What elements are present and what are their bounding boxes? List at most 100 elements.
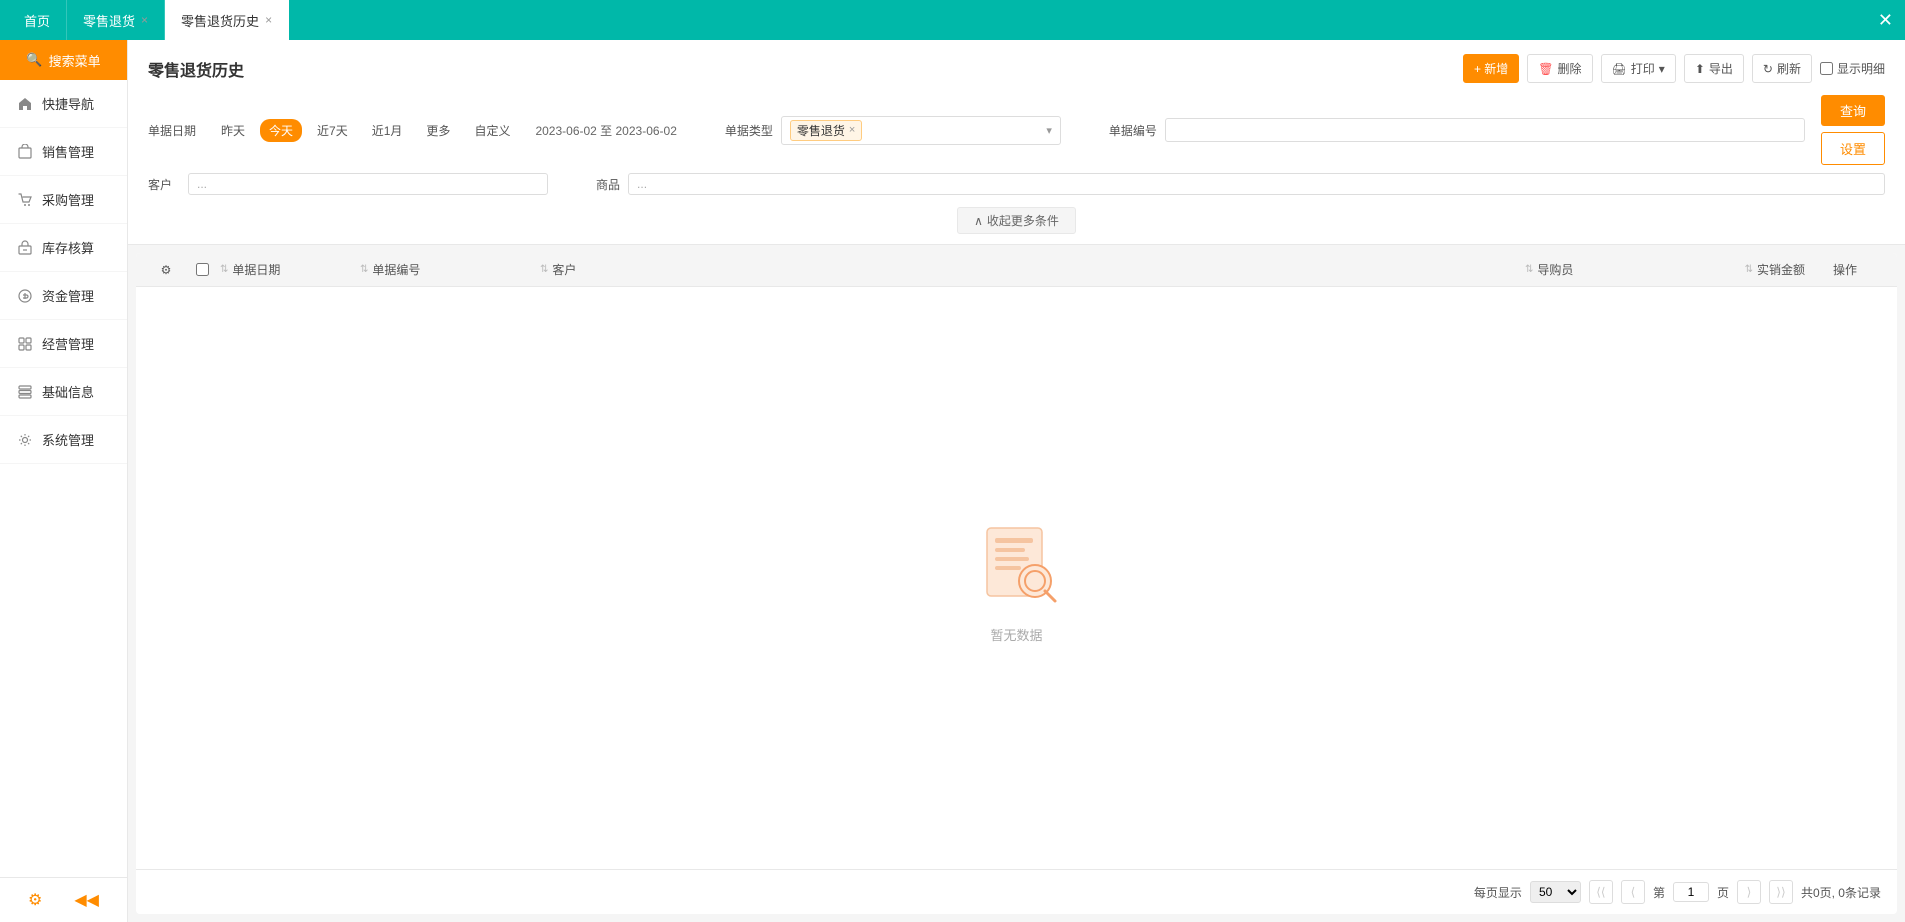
tab-bar: 首页 零售退货 × 零售退货历史 × — [8, 0, 1878, 40]
tab-retail-return[interactable]: 零售退货 × — [67, 0, 165, 40]
sidebar-item-system[interactable]: 系统管理 — [0, 416, 127, 464]
content-area: 零售退货历史 + 新增 🗑 删除 🖨 打印 ▾ — [128, 40, 1905, 922]
table-header: ⚙ ⇅ 单据日期 ⇅ 单据编号 ⇅ 客户 ⇅ — [136, 253, 1897, 287]
show-detail-checkbox-label[interactable]: 显示明细 — [1820, 60, 1885, 77]
goods-label: 商品 — [596, 176, 620, 193]
page-number-input[interactable] — [1673, 882, 1709, 902]
per-page-label: 每页显示 — [1474, 884, 1522, 901]
export-button[interactable]: ⬆ 导出 — [1684, 54, 1744, 83]
toolbar: + 新增 🗑 删除 🖨 打印 ▾ ⬆ 导出 — [1463, 54, 1812, 83]
date-quick-1month[interactable]: 近1月 — [363, 119, 412, 142]
sales-icon — [16, 143, 34, 161]
top-bar-close[interactable]: ✕ — [1878, 10, 1905, 31]
print-chevron-icon: ▾ — [1659, 62, 1665, 76]
home-icon — [16, 95, 34, 113]
customer-selector[interactable]: ... — [188, 173, 548, 195]
bill-no-input[interactable] — [1165, 118, 1805, 142]
purchase-icon — [16, 191, 34, 209]
empty-state-icon — [967, 513, 1067, 613]
page-next-btn[interactable]: ⟩ — [1737, 880, 1761, 904]
date-range-display: 2023-06-02 至 2023-06-02 — [535, 122, 676, 139]
table-col-customer[interactable]: ⇅ 客户 — [540, 261, 1525, 278]
main-layout: 🔍 搜索菜单 快捷导航 销售管理 采购管理 库存核算 — [0, 40, 1905, 922]
sidebar-item-operations[interactable]: 经营管理 — [0, 320, 127, 368]
sort-date-icon: ⇅ — [220, 264, 228, 275]
sidebar-bottom: ⚙ ◀◀ — [0, 877, 127, 922]
settings-bottom-icon[interactable]: ⚙ — [28, 890, 42, 910]
table-col-guide[interactable]: ⇅ 导购员 — [1525, 261, 1665, 278]
sidebar-search[interactable]: 🔍 搜索菜单 — [0, 40, 127, 80]
sort-customer-icon: ⇅ — [540, 264, 548, 275]
export-icon: ⬆ — [1695, 62, 1705, 76]
content-header: 零售退货历史 + 新增 🗑 删除 🖨 打印 ▾ — [128, 40, 1905, 245]
title-row: 零售退货历史 + 新增 🗑 删除 🖨 打印 ▾ — [148, 54, 1885, 83]
inventory-icon — [16, 239, 34, 257]
customer-label: 客户 — [148, 176, 172, 193]
goods-selector[interactable]: ... — [628, 173, 1885, 195]
date-label: 单据日期 — [148, 122, 196, 139]
select-all-checkbox[interactable] — [196, 263, 209, 276]
table-col-amount[interactable]: ⇅ 实销金额 — [1665, 261, 1805, 278]
table-col-settings[interactable]: ⚙ — [148, 263, 184, 277]
bill-no-label: 单据编号 — [1109, 122, 1157, 139]
page-unit: 页 — [1717, 884, 1729, 901]
bill-type-tag: 零售退货 × — [790, 120, 862, 141]
sort-amount-icon: ⇅ — [1745, 264, 1753, 275]
show-detail-checkbox[interactable] — [1820, 62, 1833, 75]
collapse-button[interactable]: ∧ 收起更多条件 — [957, 207, 1076, 234]
set-button[interactable]: 设置 — [1821, 132, 1885, 165]
sidebar-item-basic[interactable]: 基础信息 — [0, 368, 127, 416]
bill-type-chevron-icon: ▾ — [1046, 124, 1052, 137]
sidebar-item-quick-nav[interactable]: 快捷导航 — [0, 80, 127, 128]
filter-row-1: 单据日期 昨天 今天 近7天 近1月 更多 自定义 2023-06-02 至 2… — [148, 95, 1885, 165]
delete-button[interactable]: 🗑 删除 — [1527, 54, 1592, 83]
table-col-checkbox[interactable] — [184, 263, 220, 276]
system-icon — [16, 431, 34, 449]
bill-type-label: 单据类型 — [725, 122, 773, 139]
page-first-btn[interactable]: ⟨⟨ — [1589, 880, 1613, 904]
page-prev-btn[interactable]: ⟨ — [1621, 880, 1645, 904]
volume-icon[interactable]: ◀◀ — [74, 890, 99, 910]
sidebar: 🔍 搜索菜单 快捷导航 销售管理 采购管理 库存核算 — [0, 40, 128, 922]
new-button[interactable]: + 新增 — [1463, 54, 1519, 83]
print-button[interactable]: 🖨 打印 ▾ — [1601, 54, 1676, 83]
date-quick-7days[interactable]: 近7天 — [308, 119, 357, 142]
finance-icon — [16, 287, 34, 305]
date-quick-more[interactable]: 更多 — [417, 119, 459, 142]
tab-retail-return-history-close[interactable]: × — [265, 13, 272, 27]
sort-billno-icon: ⇅ — [360, 264, 368, 275]
date-quick-group: 昨天 今天 近7天 近1月 更多 自定义 — [212, 119, 519, 142]
page-last-btn[interactable]: ⟩⟩ — [1769, 880, 1793, 904]
print-icon: 🖨 — [1612, 62, 1627, 76]
operations-icon — [16, 335, 34, 353]
page-label: 第 — [1653, 884, 1665, 901]
search-icon: 🔍 — [26, 52, 42, 68]
basic-icon — [16, 383, 34, 401]
tab-retail-return-history[interactable]: 零售退货历史 × — [165, 0, 289, 40]
date-quick-yesterday[interactable]: 昨天 — [212, 119, 254, 142]
total-info: 共0页, 0条记录 — [1801, 884, 1881, 901]
date-quick-custom[interactable]: 自定义 — [465, 119, 519, 142]
sidebar-item-inventory[interactable]: 库存核算 — [0, 224, 127, 272]
table-empty-state: 暂无数据 — [136, 287, 1897, 869]
page-title: 零售退货历史 — [148, 57, 244, 81]
refresh-button[interactable]: ↻ 刷新 — [1752, 54, 1812, 83]
filter-row-2: 客户 ... 商品 ... — [148, 173, 1885, 195]
date-quick-today[interactable]: 今天 — [260, 119, 302, 142]
sidebar-item-sales[interactable]: 销售管理 — [0, 128, 127, 176]
sidebar-item-finance[interactable]: 资金管理 — [0, 272, 127, 320]
sidebar-item-purchase[interactable]: 采购管理 — [0, 176, 127, 224]
refresh-icon: ↻ — [1763, 62, 1773, 76]
query-button[interactable]: 查询 — [1821, 95, 1885, 126]
table-col-date[interactable]: ⇅ 单据日期 — [220, 261, 360, 278]
settings-col-icon: ⚙ — [161, 263, 172, 277]
table-col-billno[interactable]: ⇅ 单据编号 — [360, 261, 540, 278]
tab-retail-return-close[interactable]: × — [141, 13, 148, 27]
delete-icon: 🗑 — [1538, 62, 1553, 76]
filter-area: 单据日期 昨天 今天 近7天 近1月 更多 自定义 2023-06-02 至 2… — [148, 95, 1885, 234]
bill-type-selector[interactable]: 零售退货 × ▾ — [781, 116, 1061, 145]
sort-guide-icon: ⇅ — [1525, 264, 1533, 275]
per-page-select[interactable]: 50 20 100 — [1530, 881, 1581, 903]
tab-home[interactable]: 首页 — [8, 0, 67, 40]
bill-type-tag-close[interactable]: × — [849, 124, 855, 136]
